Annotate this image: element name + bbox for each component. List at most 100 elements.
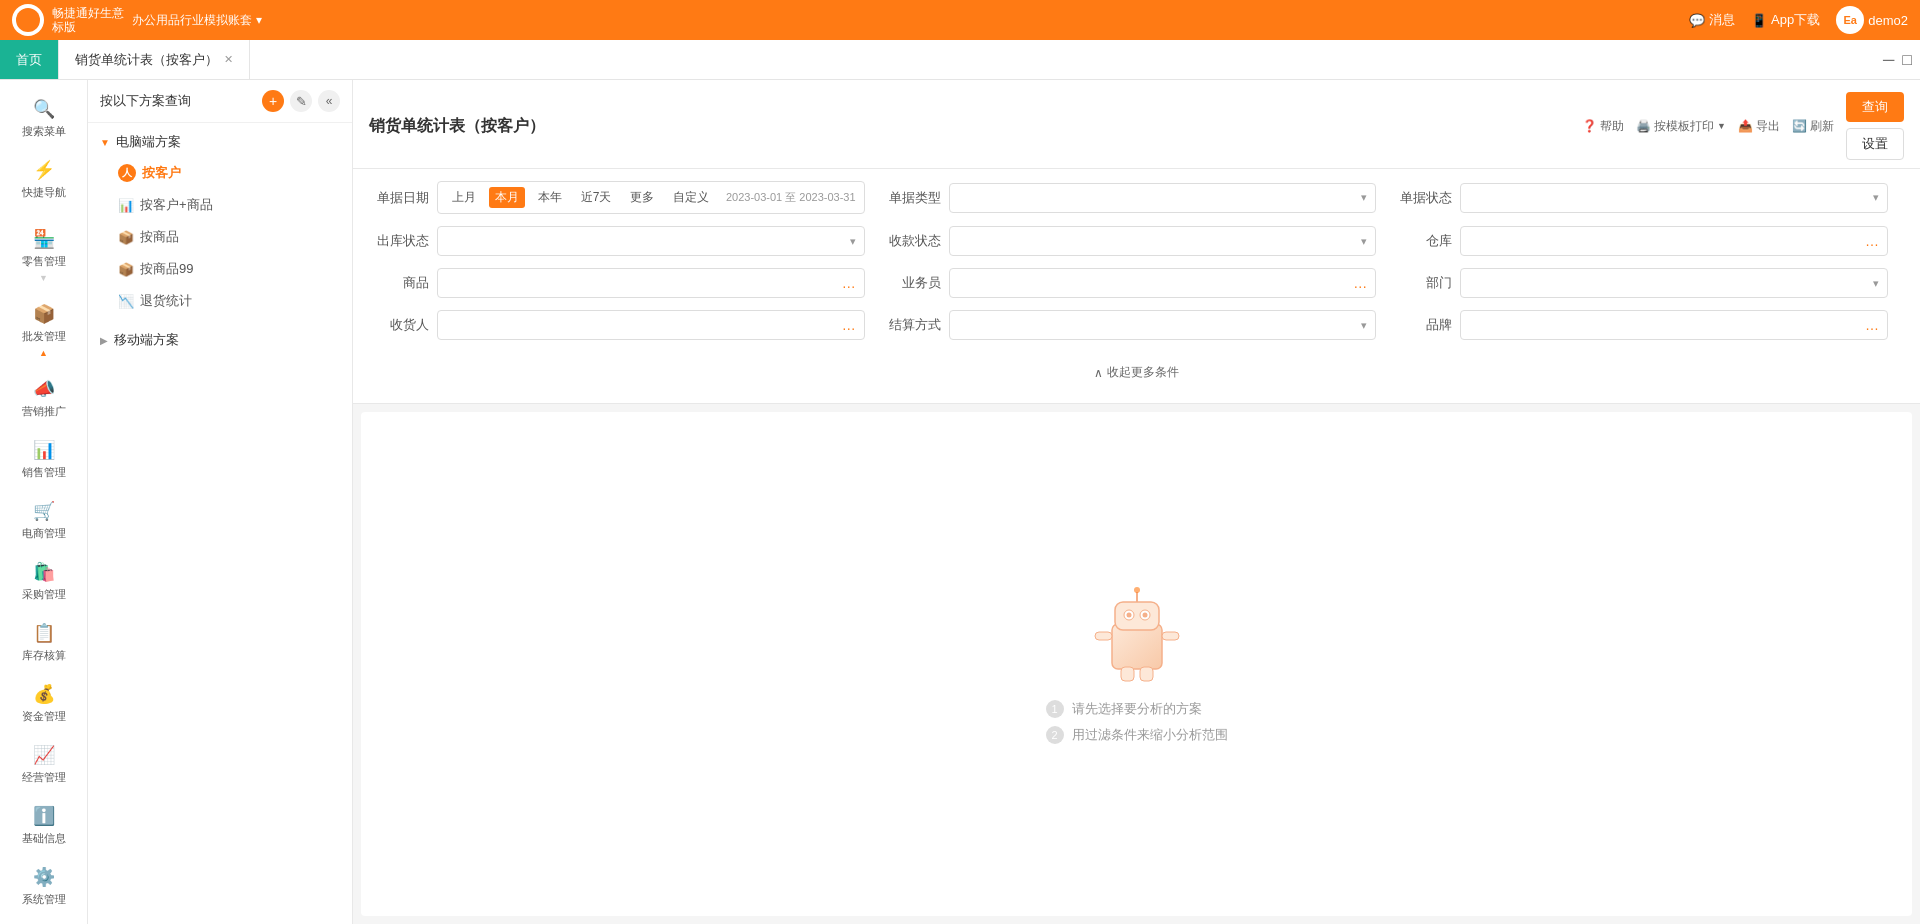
return-stats-icon: 📉 [118, 294, 134, 309]
user-profile[interactable]: Ea demo2 [1836, 6, 1908, 34]
query-button[interactable]: 查询 [1846, 92, 1904, 122]
report-area: 销货单统计表（按客户） ❓ 帮助 🖨️ 按模板打印 ▼ [353, 80, 1920, 924]
window-minimize-icon[interactable]: ─ [1883, 51, 1894, 69]
print-button[interactable]: 🖨️ 按模板打印 ▼ [1636, 118, 1726, 135]
order-type-control[interactable]: ▾ [949, 183, 1377, 213]
goods-control[interactable]: … [437, 268, 865, 298]
svg-rect-11 [1140, 667, 1153, 681]
schema-item-by-customer-goods[interactable]: 📊 按客户+商品 [88, 189, 352, 221]
filter-item-receiver: 收货人 … [369, 310, 881, 340]
export-button[interactable]: 📤 导出 [1738, 118, 1780, 135]
filter-item-goods: 商品 … [369, 268, 881, 298]
collapse-filters-button[interactable]: ∧ 收起更多条件 [1088, 358, 1185, 387]
warehouse-control[interactable]: … [1460, 226, 1888, 256]
filter-item-brand: 品牌 … [1392, 310, 1904, 340]
sidebar-item-retail[interactable]: 🏪 零售管理 ▼ [0, 218, 87, 293]
receiver-dots-icon[interactable]: … [842, 317, 856, 333]
warehouse-dots-icon[interactable]: … [1865, 233, 1879, 249]
date-btn-7days[interactable]: 近7天 [575, 187, 618, 208]
system-icon: ⚙️ [33, 866, 55, 888]
settings-button[interactable]: 设置 [1846, 128, 1904, 160]
help-button[interactable]: ❓ 帮助 [1582, 118, 1624, 135]
collapse-panel-button[interactable]: « [318, 90, 340, 112]
date-btn-this-year[interactable]: 本年 [532, 187, 568, 208]
left-panel: 按以下方案查询 + ✎ « ▼ 电脑端方案 人 按客户 [88, 80, 353, 924]
schema-group-mobile: ▶ 移动端方案 [88, 321, 352, 359]
account-selector[interactable]: 办公用品行业模拟账套 ▾ [132, 12, 262, 29]
date-btn-custom[interactable]: 自定义 [667, 187, 715, 208]
dept-chevron-icon: ▾ [1873, 277, 1879, 290]
salesperson-control[interactable]: … [949, 268, 1377, 298]
sidebar-item-sales[interactable]: 📊 销售管理 [0, 429, 87, 490]
sidebar-item-search-menu[interactable]: 🔍 搜索菜单 [0, 88, 87, 149]
tab-home[interactable]: 首页 [0, 40, 59, 79]
add-schema-button[interactable]: + [262, 90, 284, 112]
ecommerce-icon: 🛒 [33, 500, 55, 522]
brand-label: 品牌 [1392, 316, 1452, 334]
sidebar-item-inventory[interactable]: 📋 库存核算 [0, 612, 87, 673]
report-toolbar: ❓ 帮助 🖨️ 按模板打印 ▼ 📤 导出 [1582, 92, 1904, 160]
app-download-button[interactable]: 📱 App下载 [1751, 11, 1820, 29]
window-maximize-icon[interactable]: □ [1902, 51, 1912, 69]
print-icon: 🖨️ [1636, 119, 1651, 133]
print-expand-icon: ▼ [1717, 121, 1726, 131]
message-button[interactable]: 💬 消息 [1689, 11, 1735, 29]
filter-item-order-type: 单据类型 ▾ [881, 183, 1393, 213]
help-icon: ❓ [1582, 119, 1597, 133]
schema-group-desktop: ▼ 电脑端方案 人 按客户 📊 按客户+商品 📦 按商品 [88, 123, 352, 321]
receiver-control[interactable]: … [437, 310, 865, 340]
order-status-label: 单据状态 [1392, 189, 1452, 207]
schema-group-mobile-header[interactable]: ▶ 移动端方案 [88, 325, 352, 355]
date-range-control[interactable]: 上月 本月 本年 近7天 更多 自定义 2023-03-01 至 2023-03… [437, 181, 865, 214]
salesperson-dots-icon[interactable]: … [1353, 275, 1367, 291]
sidebar-item-ecommerce[interactable]: 🛒 电商管理 [0, 490, 87, 551]
wholesale-icon: 📦 [33, 303, 55, 325]
date-btn-this-month[interactable]: 本月 [489, 187, 525, 208]
settlement-label: 结算方式 [881, 316, 941, 334]
payment-control[interactable]: ▾ [949, 226, 1377, 256]
edit-schema-button[interactable]: ✎ [290, 90, 312, 112]
dept-control[interactable]: ▾ [1460, 268, 1888, 298]
date-btn-last-month[interactable]: 上月 [446, 187, 482, 208]
sidebar-item-marketing[interactable]: 📣 营销推广 [0, 368, 87, 429]
payment-chevron-icon: ▾ [1361, 235, 1367, 248]
sidebar-item-operations[interactable]: 📈 经营管理 [0, 734, 87, 795]
sidebar-item-quick-nav[interactable]: ⚡ 快捷导航 [0, 149, 87, 210]
sales-icon: 📊 [33, 439, 55, 461]
brand-dots-icon[interactable]: … [1865, 317, 1879, 333]
order-status-control[interactable]: ▾ [1460, 183, 1888, 213]
sidebar-item-finance[interactable]: 💰 资金管理 [0, 673, 87, 734]
filter-item-dept: 部门 ▾ [1392, 268, 1904, 298]
schema-item-by-customer[interactable]: 人 按客户 [88, 157, 352, 189]
receiver-label: 收货人 [369, 316, 429, 334]
empty-illustration [1077, 584, 1197, 684]
sidebar-item-basic[interactable]: ℹ️ 基础信息 [0, 795, 87, 856]
sidebar-item-wholesale[interactable]: 📦 批发管理 ▲ [0, 293, 87, 368]
schema-group-desktop-header[interactable]: ▼ 电脑端方案 [88, 127, 352, 157]
filter-item-settlement: 结算方式 ▾ [881, 310, 1393, 340]
tab-close-icon[interactable]: ✕ [224, 53, 233, 66]
order-status-chevron-icon: ▾ [1873, 191, 1879, 204]
sidebar-item-system[interactable]: ⚙️ 系统管理 [0, 856, 87, 917]
quick-nav-icon: ⚡ [33, 159, 55, 181]
outbound-control[interactable]: ▾ [437, 226, 865, 256]
report-header: 销货单统计表（按客户） ❓ 帮助 🖨️ 按模板打印 ▼ [353, 80, 1920, 169]
basic-icon: ℹ️ [33, 805, 55, 827]
sidebar-item-purchase[interactable]: 🛍️ 采购管理 [0, 551, 87, 612]
tab-report[interactable]: 销货单统计表（按客户） ✕ [59, 40, 250, 79]
brand-control[interactable]: … [1460, 310, 1888, 340]
date-range-text: 2023-03-01 至 2023-03-31 [726, 190, 856, 205]
schema-item-return-stats[interactable]: 📉 退货统计 [88, 285, 352, 317]
refresh-button[interactable]: 🔄 刷新 [1792, 118, 1834, 135]
goods-dots-icon[interactable]: … [842, 275, 856, 291]
collapse-icon: ∧ [1094, 366, 1103, 380]
filter-item-salesperson: 业务员 … [881, 268, 1393, 298]
date-btn-more[interactable]: 更多 [624, 187, 660, 208]
inventory-icon: 📋 [33, 622, 55, 644]
sidebar-item-corp[interactable]: 🤝 企业协同 [0, 917, 87, 924]
schema-item-by-goods[interactable]: 📦 按商品 [88, 221, 352, 253]
schema-item-by-goods-99[interactable]: 📦 按商品99 [88, 253, 352, 285]
operations-icon: 📈 [33, 744, 55, 766]
settlement-control[interactable]: ▾ [949, 310, 1377, 340]
top-bar: 畅捷通好生意 标版 办公用品行业模拟账套 ▾ 💬 消息 📱 App下载 Ea d [0, 0, 1920, 40]
